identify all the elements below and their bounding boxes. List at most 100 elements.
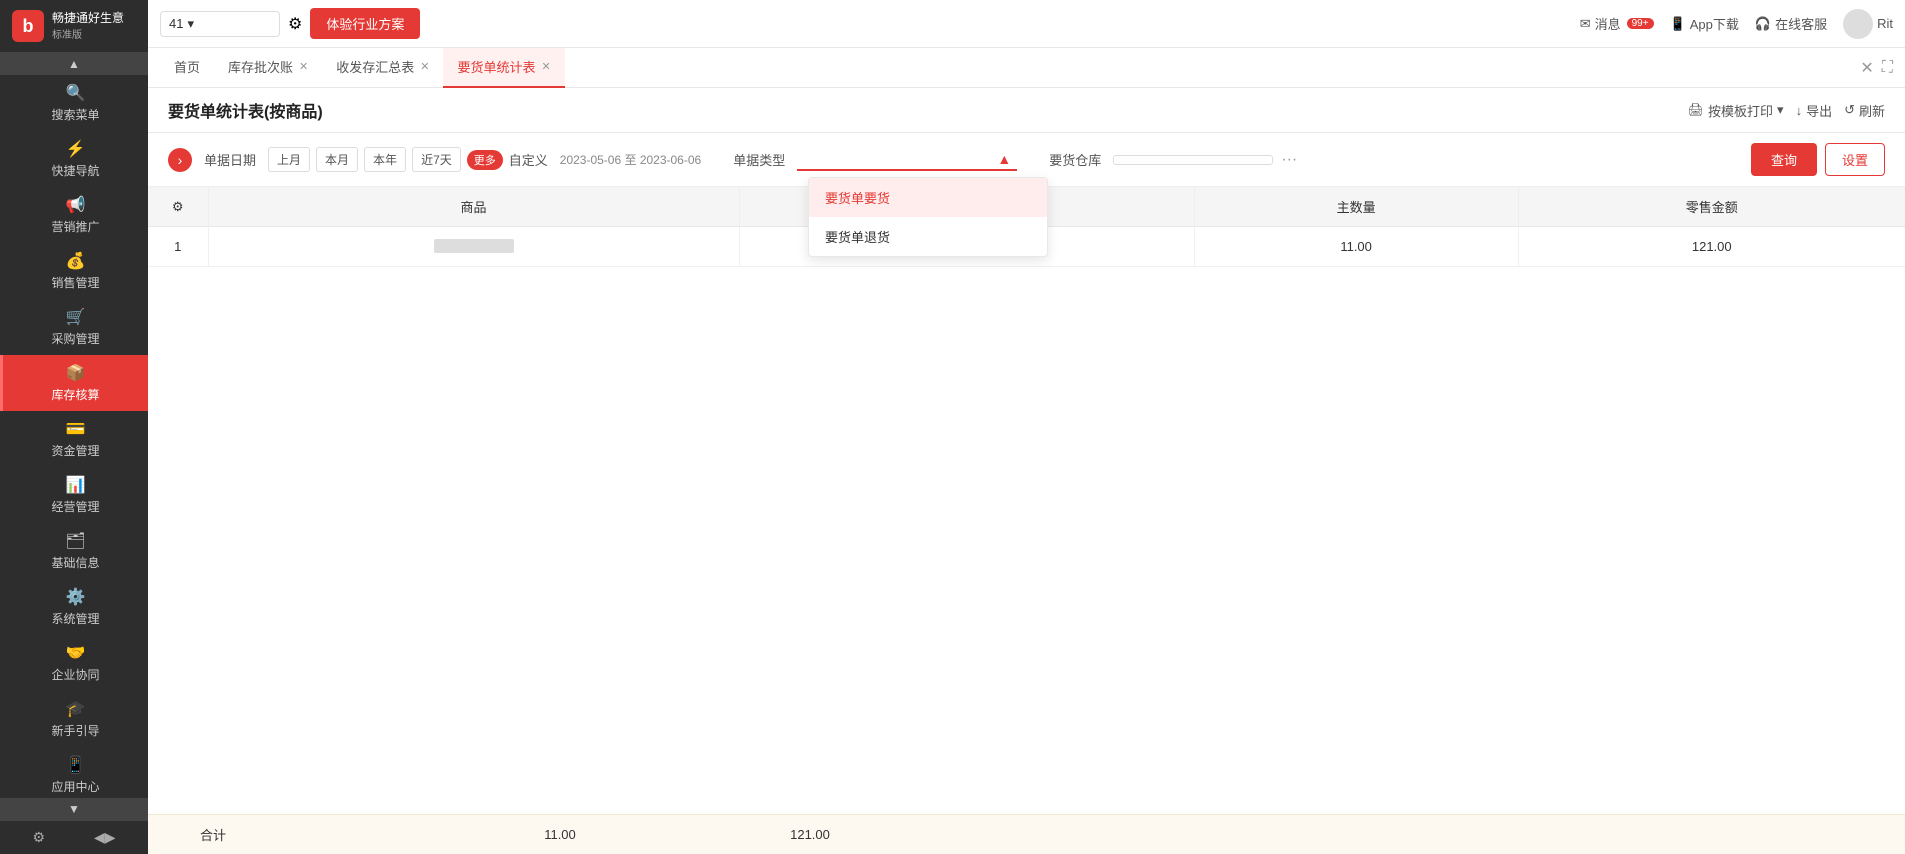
search-icon: 🔍 bbox=[66, 83, 86, 103]
cell-no: 1 bbox=[148, 227, 208, 267]
sidebar-item-label-search: 搜索菜单 bbox=[51, 106, 99, 123]
table-footer: 合计 11.00 121.00 bbox=[148, 814, 1905, 854]
type-select-input[interactable] bbox=[803, 151, 993, 166]
sidebar-item-finance[interactable]: 💳 资金管理 bbox=[0, 411, 148, 467]
column-settings-icon[interactable]: ⚙ bbox=[172, 199, 184, 214]
type-select-arrow-icon[interactable]: ▲ bbox=[997, 151, 1011, 167]
message-btn[interactable]: ✉ 消息 99+ bbox=[1580, 14, 1654, 33]
app-download-btn[interactable]: 📱 App下载 bbox=[1670, 14, 1739, 33]
tabs-bar: 首页库存批次账✕ 收发存汇总表 ✕ 要货单统计表 ✕ ✕ ⛶ bbox=[148, 48, 1905, 88]
tabs-end: ✕ ⛶ bbox=[1860, 58, 1893, 78]
dropdown-item-order_goods[interactable]: 要货单要货 bbox=[809, 178, 1047, 217]
promo-button[interactable]: 体验行业方案 bbox=[310, 8, 420, 39]
th-settings[interactable]: ⚙ bbox=[148, 187, 208, 227]
print-btn[interactable]: 🖨 按模板打印 ▾ bbox=[1688, 101, 1784, 120]
tab-inventory_batch[interactable]: 库存批次账✕ bbox=[214, 48, 322, 88]
filter-expand-btn[interactable]: › bbox=[168, 148, 192, 172]
sidebar-item-guide[interactable]: 🎓 新手引导 bbox=[0, 691, 148, 747]
topbar-settings-icon[interactable]: ⚙ bbox=[288, 14, 302, 34]
shortcut-icon: ⚡ bbox=[66, 139, 86, 159]
dropdown-item-order_return[interactable]: 要货单退货 bbox=[809, 217, 1047, 256]
service-label: 在线客服 bbox=[1775, 14, 1827, 33]
sidebar-scroll-up[interactable]: ▲ bbox=[0, 53, 148, 75]
sidebar-item-marketing[interactable]: 📢 营销推广 bbox=[0, 187, 148, 243]
sidebar-item-appstore[interactable]: 📱 应用中心 bbox=[0, 747, 148, 798]
filter-bar: › 单据日期 上月 本月 本年 近7天 更多 自定义 2023-05-06 至 … bbox=[148, 133, 1905, 187]
logo-title: 畅捷通好生意 bbox=[52, 11, 124, 27]
footer-label: 合计 bbox=[160, 825, 360, 844]
type-label: 单据类型 bbox=[733, 150, 785, 169]
tab-close-shipreceive[interactable]: ✕ bbox=[420, 60, 429, 73]
message-label: 消息 bbox=[1595, 14, 1621, 33]
date-cur-month-btn[interactable]: 本月 bbox=[316, 147, 358, 172]
date-cur-year-btn[interactable]: 本年 bbox=[364, 147, 406, 172]
settings-button[interactable]: 设置 bbox=[1825, 143, 1885, 176]
settings-icon[interactable]: ⚙ bbox=[32, 829, 45, 846]
logo-subtitle: 标准版 bbox=[52, 26, 124, 41]
sidebar-item-inventory[interactable]: 📦 库存核算 bbox=[0, 355, 148, 411]
avatar-image bbox=[1843, 9, 1873, 39]
message-icon: ✉ bbox=[1580, 16, 1591, 32]
page-header: 要货单统计表(按商品) 🖨 按模板打印 ▾ ↓ 导出 ↺ 刷新 bbox=[148, 88, 1905, 133]
data-table-wrapper: ⚙ 商品 主计量单位 主数量 零售金额 1 块 11.00 121.00 bbox=[148, 187, 1905, 814]
app-label: App下载 bbox=[1690, 14, 1739, 33]
export-btn[interactable]: ↓ 导出 bbox=[1796, 101, 1833, 120]
main-area: 41 ▾ ⚙ 体验行业方案 ✉ 消息 99+ 📱 App下载 🎧 在线客服 R bbox=[148, 0, 1905, 854]
cell-amount: 121.00 bbox=[1518, 227, 1905, 267]
sidebar-item-operation[interactable]: 📊 经营管理 bbox=[0, 467, 148, 523]
tab-order_stat[interactable]: 要货单统计表 ✕ bbox=[443, 48, 564, 88]
user-name: Rit bbox=[1877, 16, 1893, 31]
type-dropdown: 要货单要货要货单退货 bbox=[808, 177, 1048, 257]
sidebar-item-enterprise[interactable]: 🤝 企业协同 bbox=[0, 635, 148, 691]
tab-close-order_stat[interactable]: ✕ bbox=[542, 60, 551, 73]
sidebar-item-label-sales: 销售管理 bbox=[51, 274, 99, 291]
tab-home[interactable]: 首页 bbox=[160, 48, 214, 88]
refresh-btn[interactable]: ↺ 刷新 bbox=[1844, 101, 1885, 120]
collapse-icon[interactable]: ◀▶ bbox=[94, 829, 116, 846]
warehouse-select-wrapper: ··· bbox=[1113, 151, 1297, 169]
warehouse-select[interactable] bbox=[1113, 155, 1273, 165]
th-goods: 商品 bbox=[208, 187, 739, 227]
tab-expand-icon[interactable]: ⛶ bbox=[1882, 59, 1893, 77]
sidebar-item-system[interactable]: ⚙️ 系统管理 bbox=[0, 579, 148, 635]
tab-shipreceive[interactable]: 收发存汇总表 ✕ bbox=[322, 48, 443, 88]
date-more-badge[interactable]: 更多 bbox=[467, 150, 503, 170]
sidebar-item-search[interactable]: 🔍 搜索菜单 bbox=[0, 75, 148, 131]
date-prev-month-btn[interactable]: 上月 bbox=[268, 147, 310, 172]
refresh-label: 刷新 bbox=[1859, 101, 1885, 120]
footer-qty: 11.00 bbox=[360, 827, 760, 842]
page-title: 要货单统计表(按商品) bbox=[168, 98, 323, 122]
filter-actions: 查询 设置 bbox=[1751, 143, 1885, 176]
sidebar-item-label-finance: 资金管理 bbox=[51, 442, 99, 459]
date-filter-group: 上月 本月 本年 近7天 更多 自定义 bbox=[268, 147, 548, 172]
warehouse-more-icon[interactable]: ··· bbox=[1281, 151, 1297, 169]
query-button[interactable]: 查询 bbox=[1751, 143, 1817, 176]
service-btn[interactable]: 🎧 在线客服 bbox=[1755, 14, 1827, 33]
sidebar-item-label-purchase: 采购管理 bbox=[51, 330, 99, 347]
sidebar-item-sales[interactable]: 💰 销售管理 bbox=[0, 243, 148, 299]
type-select[interactable]: ▲ bbox=[797, 149, 1017, 171]
export-icon: ↓ bbox=[1796, 103, 1803, 118]
goods-blurred bbox=[434, 239, 514, 253]
topbar-search-select[interactable]: 41 ▾ bbox=[160, 11, 280, 37]
sidebar-scroll-down[interactable]: ▼ bbox=[0, 798, 148, 820]
search-chevron-icon: ▾ bbox=[187, 16, 194, 32]
tab-label-order_stat: 要货单统计表 bbox=[457, 57, 535, 76]
system-icon: ⚙️ bbox=[66, 587, 86, 607]
cell-qty: 11.00 bbox=[1194, 227, 1518, 267]
purchase-icon: 🛒 bbox=[66, 307, 86, 327]
tab-close-all-icon[interactable]: ✕ bbox=[1860, 58, 1873, 78]
date-7days-btn[interactable]: 近7天 bbox=[412, 147, 461, 172]
sidebar-item-purchase[interactable]: 🛒 采购管理 bbox=[0, 299, 148, 355]
cell-goods bbox=[208, 227, 739, 267]
tab-close-inventory_batch[interactable]: ✕ bbox=[299, 60, 308, 73]
sidebar-item-label-shortcut: 快捷导航 bbox=[51, 162, 99, 179]
user-avatar[interactable]: Rit bbox=[1843, 9, 1893, 39]
sidebar-item-basic[interactable]: 🗂 基础信息 bbox=[0, 523, 148, 579]
sidebar-item-shortcut[interactable]: ⚡ 快捷导航 bbox=[0, 131, 148, 187]
tab-label-shipreceive: 收发存汇总表 bbox=[336, 57, 414, 76]
content-area: 要货单统计表(按商品) 🖨 按模板打印 ▾ ↓ 导出 ↺ 刷新 › bbox=[148, 88, 1905, 854]
date-custom-btn[interactable]: 自定义 bbox=[509, 150, 548, 169]
th-amount: 零售金额 bbox=[1518, 187, 1905, 227]
footer-amount: 121.00 bbox=[760, 827, 860, 842]
